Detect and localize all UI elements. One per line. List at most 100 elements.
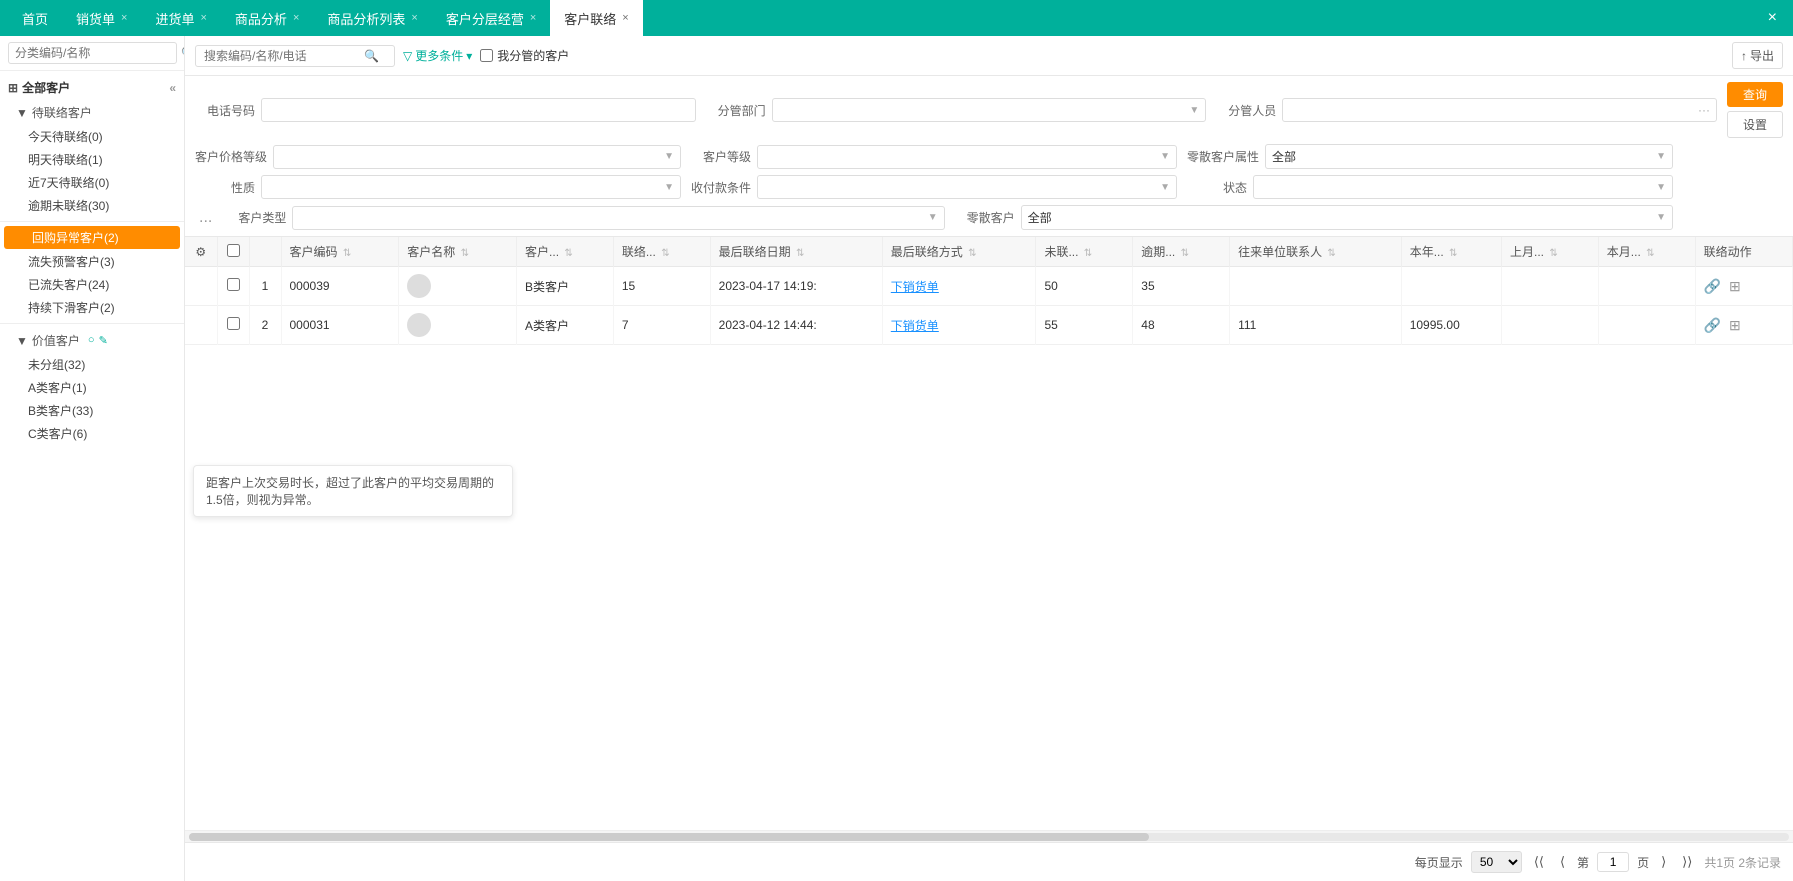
row-checkbox[interactable] — [227, 278, 240, 291]
grade-select[interactable]: ▼ — [757, 145, 1177, 169]
col-uncontacted[interactable]: 未联... ⇅ — [1036, 237, 1133, 267]
person-select[interactable]: ··· — [1282, 98, 1717, 122]
sidebar-item-a-class[interactable]: A类客户(1) — [0, 376, 184, 399]
next-page-button[interactable]: ⟩ — [1657, 853, 1670, 871]
nav-customer-tier-close[interactable]: × — [530, 12, 536, 24]
window-close-button[interactable]: × — [1760, 9, 1785, 27]
row-checkbox[interactable] — [227, 317, 240, 330]
scroll-thumb[interactable] — [189, 833, 1149, 841]
search-icon[interactable]: 🔍 — [364, 49, 379, 63]
col-last-month[interactable]: 上月... ⇅ — [1501, 237, 1598, 267]
dept-select[interactable]: ▼ — [772, 98, 1207, 122]
horizontal-scrollbar[interactable] — [185, 830, 1793, 842]
last-method-link[interactable]: 下销货单 — [891, 319, 939, 333]
last-month-sort-icon: ⇅ — [1549, 248, 1557, 259]
action-grid-icon[interactable]: ⊞ — [1729, 278, 1741, 295]
filter-customer-type: 客户类型 ▼ — [226, 206, 944, 230]
row-type: B类客户 — [517, 267, 614, 306]
price-grade-select[interactable]: ▼ — [273, 145, 681, 169]
sidebar-item-today[interactable]: 今天待联络(0) — [0, 125, 184, 148]
status-select[interactable]: ▼ — [1253, 175, 1673, 199]
sidebar-item-churn-warning[interactable]: 流失预警客户(3) — [0, 250, 184, 273]
status-label: 状态 — [1187, 179, 1247, 196]
sidebar-collapse-button[interactable]: « — [169, 81, 176, 95]
person-dots: ··· — [1698, 103, 1710, 117]
col-last-method[interactable]: 最后联络方式 ⇅ — [882, 237, 1036, 267]
last-method-link[interactable]: 下销货单 — [891, 280, 939, 294]
sidebar-item-repurchase-abnormal[interactable]: 回购异常客户(2) — [4, 226, 180, 249]
filter-status: 状态 ▼ — [1187, 175, 1673, 199]
all-customers-header[interactable]: ⊞ 全部客户 « — [0, 75, 184, 100]
payment-select[interactable]: ▼ — [757, 175, 1177, 199]
sidebar-item-c-class[interactable]: C类客户(6) — [0, 422, 184, 445]
sidebar-item-unclassified[interactable]: 未分组(32) — [0, 353, 184, 376]
sidebar-item-b-class[interactable]: B类客户(33) — [0, 399, 184, 422]
nav-customer-tier[interactable]: 客户分层经营 × — [432, 0, 550, 36]
col-this-year[interactable]: 本年... ⇅ — [1401, 237, 1501, 267]
col-overdue[interactable]: 逾期... ⇅ — [1133, 237, 1230, 267]
col-contact-person[interactable]: 往来单位联系人 ⇅ — [1230, 237, 1402, 267]
sidebar-item-churned[interactable]: 已流失客户(24) — [0, 273, 184, 296]
sidebar-search-area: 🔍 — [0, 36, 184, 71]
phone-input[interactable] — [261, 98, 696, 122]
action-link-icon[interactable]: 🔗 — [1704, 317, 1721, 334]
dept-chevron-icon: ▼ — [1189, 105, 1199, 116]
contact-person-sort-icon: ⇅ — [1327, 248, 1335, 259]
sidebar-search-input[interactable] — [8, 42, 177, 64]
select-all-checkbox[interactable] — [227, 244, 240, 257]
customer-type-select[interactable]: ▼ — [292, 206, 944, 230]
filter-more-dots[interactable]: ... — [195, 209, 216, 227]
nav-product-analysis-list-close[interactable]: × — [411, 12, 417, 24]
action-icons: 🔗 ⊞ — [1704, 317, 1784, 334]
row-code: 000031 — [281, 306, 399, 345]
query-button[interactable]: 查询 — [1727, 82, 1783, 107]
sidebar-item-declining[interactable]: 持续下滑客户(2) — [0, 296, 184, 319]
retail-customer-select[interactable]: 全部 ▼ — [1021, 205, 1673, 230]
page-number-input[interactable] — [1597, 852, 1629, 872]
page-size-select[interactable]: 50 10 20 100 — [1471, 851, 1522, 873]
nav-product-analysis-close[interactable]: × — [293, 12, 299, 24]
filter-retail-attr: 零散客户属性 全部 ▼ — [1187, 144, 1673, 169]
action-link-icon[interactable]: 🔗 — [1704, 278, 1721, 295]
action-grid-icon[interactable]: ⊞ — [1729, 317, 1741, 334]
col-settings[interactable]: ⚙ — [185, 237, 217, 267]
search-box: 🔍 — [195, 45, 395, 67]
value-section-header[interactable]: ▼ 价值客户 ○ ✎ — [0, 328, 184, 353]
nav-purchase-close[interactable]: × — [200, 12, 206, 24]
more-conditions-button[interactable]: ▽ 更多条件 ▾ — [403, 47, 472, 64]
nav-purchase[interactable]: 进货单 × — [141, 0, 220, 36]
type-sort-icon: ⇅ — [564, 248, 572, 259]
row-last-date: 2023-04-17 14:19: — [710, 267, 882, 306]
my-customers-checkbox[interactable] — [480, 49, 493, 62]
gender-select[interactable]: ▼ — [261, 175, 681, 199]
nav-home[interactable]: 首页 — [8, 0, 62, 36]
retail-attr-select[interactable]: 全部 ▼ — [1265, 144, 1673, 169]
sidebar-item-tomorrow[interactable]: 明天待联络(1) — [0, 148, 184, 171]
col-this-month[interactable]: 本月... ⇅ — [1598, 237, 1695, 267]
value-edit-pencil[interactable]: ✎ — [99, 334, 108, 347]
col-type[interactable]: 客户... ⇅ — [517, 237, 614, 267]
nav-customer-contact[interactable]: 客户联络 × — [550, 0, 642, 36]
prev-page-button[interactable]: ⟨ — [1556, 853, 1569, 871]
export-button[interactable]: ↑ 导出 — [1732, 42, 1783, 69]
search-input[interactable] — [204, 49, 364, 63]
sidebar-item-7days[interactable]: 近7天待联络(0) — [0, 171, 184, 194]
nav-product-analysis-list[interactable]: 商品分析列表 × — [313, 0, 431, 36]
filter-dots-area: ... — [195, 209, 216, 227]
nav-sales-close[interactable]: × — [121, 12, 127, 24]
settings-button[interactable]: 设置 — [1727, 111, 1783, 138]
col-last-date[interactable]: 最后联络日期 ⇅ — [710, 237, 882, 267]
nav-customer-contact-close[interactable]: × — [622, 12, 628, 24]
nav-product-analysis[interactable]: 商品分析 × — [221, 0, 313, 36]
col-name[interactable]: 客户名称 ⇅ — [399, 237, 517, 267]
col-contact[interactable]: 联络... ⇅ — [613, 237, 710, 267]
last-page-button[interactable]: ⟩⟩ — [1678, 853, 1696, 871]
col-action: 联络动作 — [1695, 237, 1792, 267]
value-edit-icon[interactable]: ○ — [88, 334, 95, 347]
divider-1 — [0, 221, 184, 222]
col-code[interactable]: 客户编码 ⇅ — [281, 237, 399, 267]
nav-sales[interactable]: 销货单 × — [62, 0, 141, 36]
pending-section-header[interactable]: ▼ 待联络客户 — [0, 100, 184, 125]
first-page-button[interactable]: ⟨⟨ — [1530, 853, 1548, 871]
sidebar-item-overdue[interactable]: 逾期未联络(30) — [0, 194, 184, 217]
